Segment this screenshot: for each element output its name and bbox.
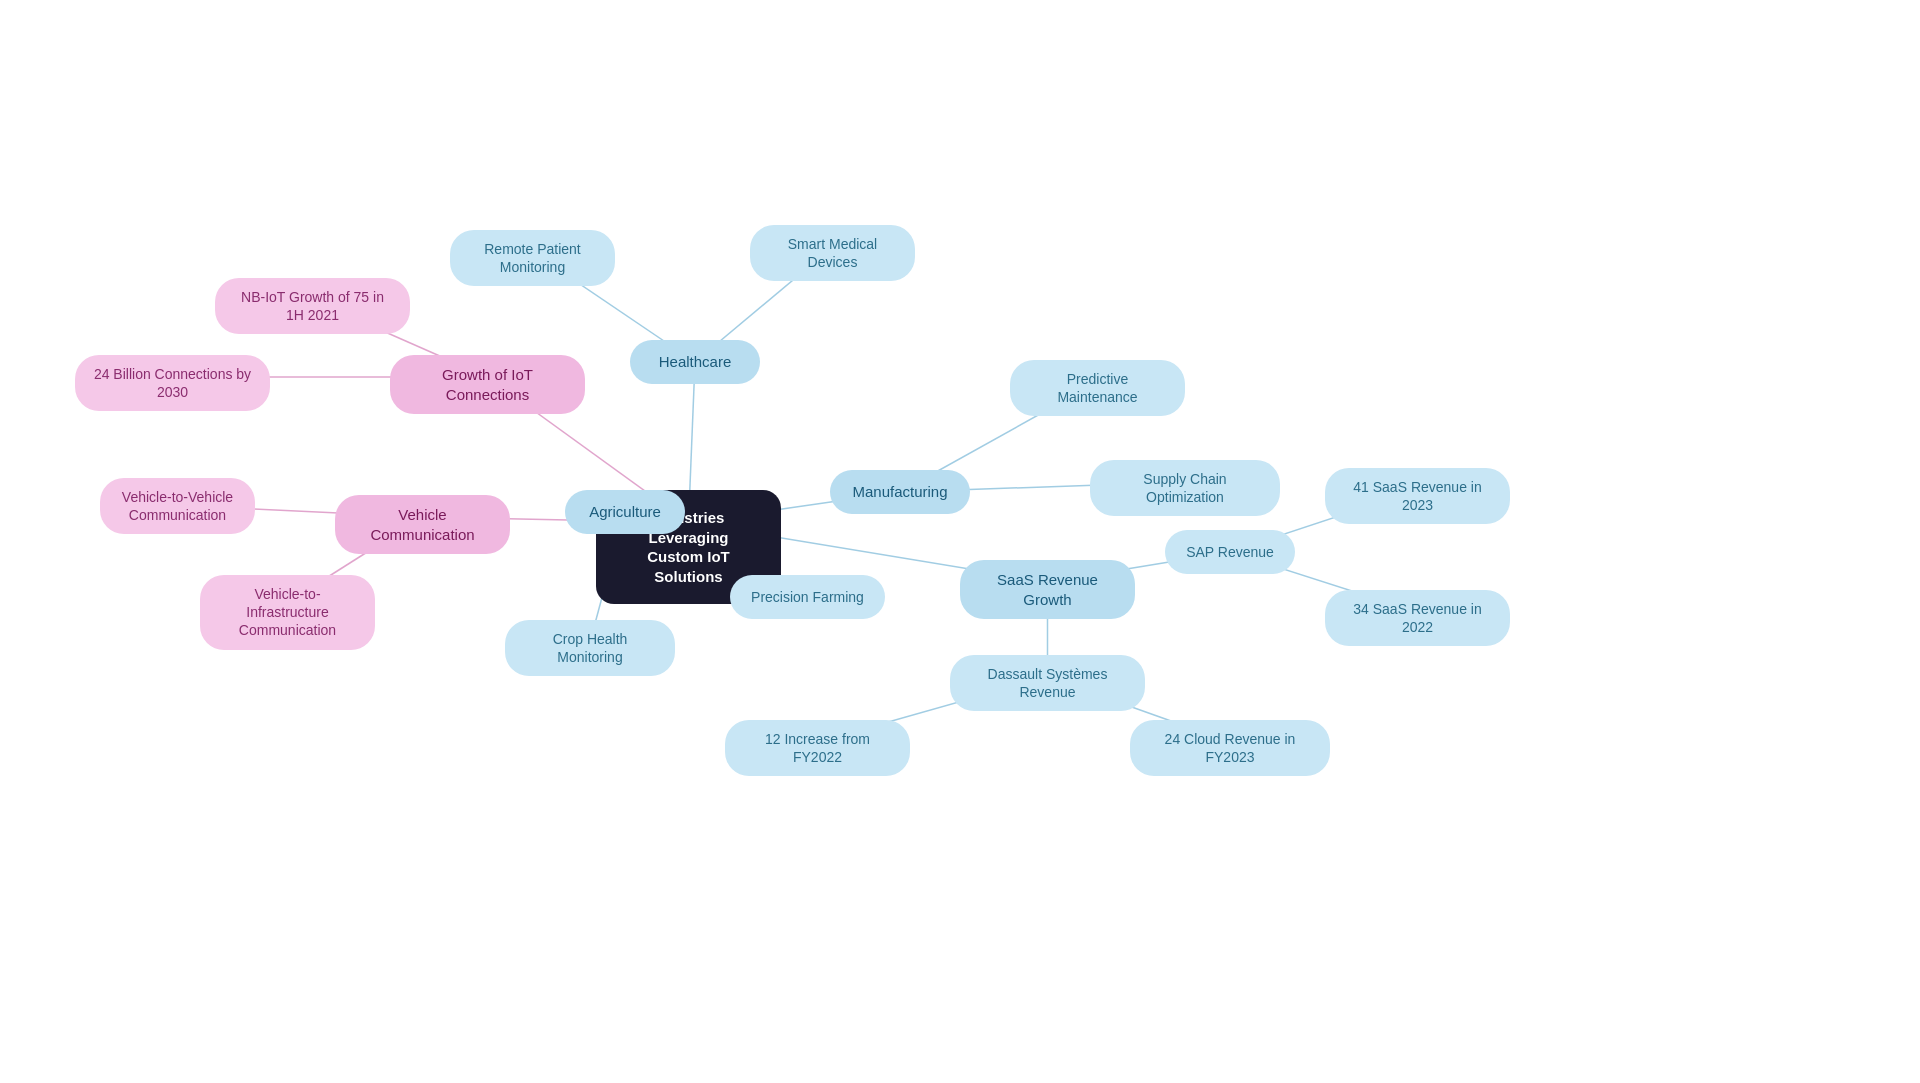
node-34-saas: 34 SaaS Revenue in 2022 — [1325, 590, 1510, 646]
node-v2v: Vehicle-to-Vehicle Communication — [100, 478, 255, 534]
node-saas-revenue: SaaS Revenue Growth — [960, 560, 1135, 619]
node-vehicle-comm: Vehicle Communication — [335, 495, 510, 554]
node-12-increase: 12 Increase from FY2022 — [725, 720, 910, 776]
node-24-cloud: 24 Cloud Revenue in FY2023 — [1130, 720, 1330, 776]
node-supply-chain: Supply Chain Optimization — [1090, 460, 1280, 516]
node-v2i: Vehicle-to-Infrastructure Communication — [200, 575, 375, 650]
connections-svg — [0, 0, 1920, 1083]
node-growth-iot: Growth of IoT Connections — [390, 355, 585, 414]
node-24-billion: 24 Billion Connections by 2030 — [75, 355, 270, 411]
node-agriculture: Agriculture — [565, 490, 685, 534]
node-sap-revenue: SAP Revenue — [1165, 530, 1295, 574]
node-predictive: Predictive Maintenance — [1010, 360, 1185, 416]
node-precision-farming: Precision Farming — [730, 575, 885, 619]
node-41-saas: 41 SaaS Revenue in 2023 — [1325, 468, 1510, 524]
node-crop-health: Crop Health Monitoring — [505, 620, 675, 676]
node-manufacturing: Manufacturing — [830, 470, 970, 514]
node-smart-medical: Smart Medical Devices — [750, 225, 915, 281]
node-dassault: Dassault Systèmes Revenue — [950, 655, 1145, 711]
node-healthcare: Healthcare — [630, 340, 760, 384]
mindmap-canvas: Industries Leveraging Custom IoT Solutio… — [0, 0, 1920, 1083]
node-remote-patient: Remote Patient Monitoring — [450, 230, 615, 286]
node-nb-iot: NB-IoT Growth of 75 in 1H 2021 — [215, 278, 410, 334]
